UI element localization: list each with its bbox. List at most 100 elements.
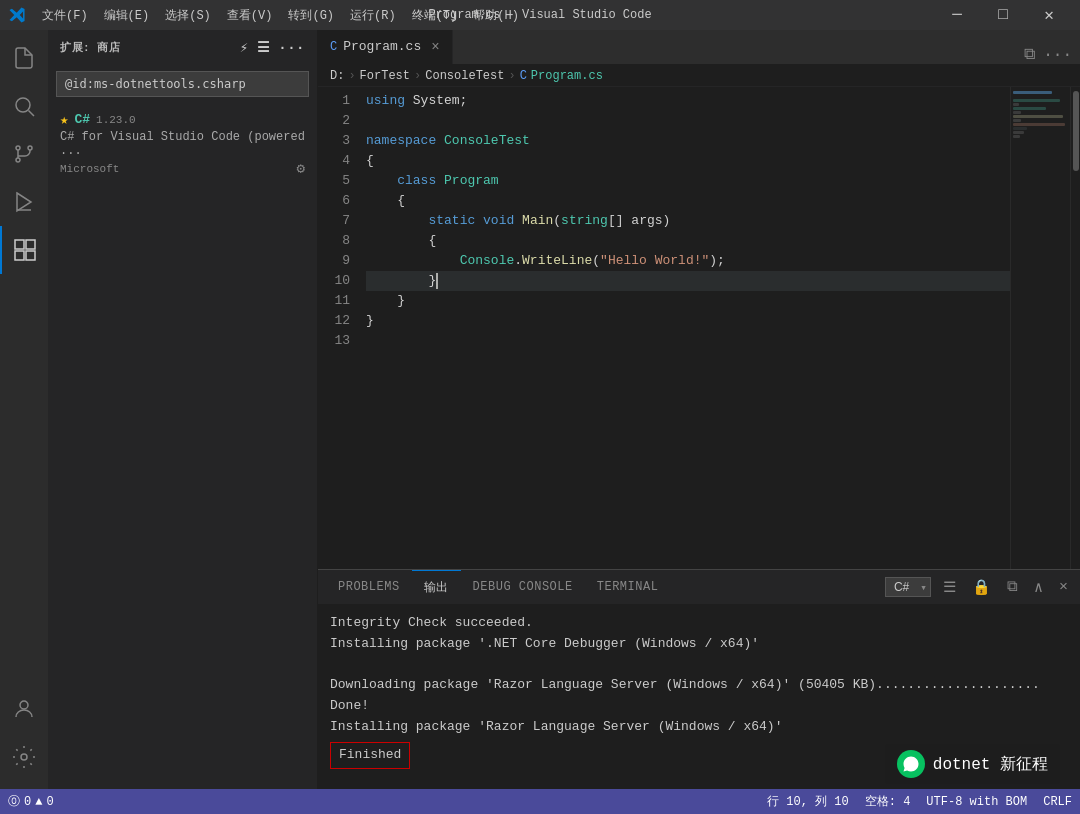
- extension-name: C#: [74, 112, 90, 127]
- svg-rect-7: [15, 240, 24, 249]
- breadcrumb-cs-icon: C: [520, 69, 527, 83]
- search-icon: [12, 94, 36, 118]
- warning-count: 0: [46, 795, 53, 809]
- panel-tab-terminal[interactable]: TERMINAL: [585, 570, 671, 605]
- output-source-select[interactable]: C#: [885, 577, 931, 597]
- code-line-4: {: [366, 151, 1010, 171]
- warning-icon: ▲: [35, 795, 42, 809]
- csharp-file-icon: C: [330, 40, 337, 54]
- more-icon[interactable]: ···: [278, 40, 305, 56]
- extensions-icon: [13, 238, 37, 262]
- row-col-label: 行 10, 列 10: [767, 793, 849, 810]
- filter-icon[interactable]: ⚡: [240, 39, 249, 56]
- svg-point-11: [20, 701, 28, 709]
- panel-tab-debug-console[interactable]: DEBUG CONSOLE: [461, 570, 585, 605]
- panel-close-icon[interactable]: ×: [1055, 577, 1072, 598]
- editor-tab-program-cs[interactable]: C Program.cs ×: [318, 30, 453, 64]
- terminal-line-2: Installing package '.NET Core Debugger (…: [330, 634, 1068, 655]
- status-bar-right: 行 10, 列 10 空格: 4 UTF-8 with BOM CRLF: [767, 793, 1072, 810]
- account-icon: [12, 697, 36, 721]
- code-line-13: [366, 331, 1010, 351]
- activity-bar-bottom: [0, 685, 48, 789]
- error-count: 0: [24, 795, 31, 809]
- spaces-label: 空格: 4: [865, 793, 911, 810]
- extension-search-input[interactable]: [56, 71, 309, 97]
- activity-item-search[interactable]: [0, 82, 48, 130]
- scrollbar-thumb: [1073, 91, 1079, 171]
- menu-select[interactable]: 选择(S): [157, 3, 219, 28]
- svg-rect-9: [15, 251, 24, 260]
- status-bar-left: ⓪ 0 ▲ 0: [8, 793, 54, 810]
- sidebar: 扩展: 商店 ⚡ ☰ ··· ★ C# 1.23.0 C# for Visual…: [48, 30, 318, 789]
- minimize-button[interactable]: ─: [934, 0, 980, 30]
- extension-header: ★ C# 1.23.0: [60, 111, 305, 128]
- minimap: [1010, 87, 1070, 569]
- panel-chevron-up-icon[interactable]: ∧: [1030, 576, 1047, 599]
- list-icon[interactable]: ☰: [257, 39, 271, 56]
- close-button[interactable]: ✕: [1026, 0, 1072, 30]
- panel-copy-icon[interactable]: ⧉: [1003, 576, 1022, 598]
- extension-description: C# for Visual Studio Code (powered ...: [60, 130, 305, 158]
- status-spaces[interactable]: 空格: 4: [865, 793, 911, 810]
- activity-bar: [0, 30, 48, 789]
- code-line-8: {: [366, 231, 1010, 251]
- line-ending-label: CRLF: [1043, 795, 1072, 809]
- extension-item[interactable]: ★ C# 1.23.0 C# for Visual Studio Code (p…: [48, 103, 317, 185]
- code-line-3: namespace ConsoleTest: [366, 131, 1010, 151]
- vscode-logo-icon: [8, 6, 26, 24]
- maximize-button[interactable]: □: [980, 0, 1026, 30]
- breadcrumb-d[interactable]: D:: [330, 69, 344, 83]
- activity-item-extensions[interactable]: [0, 226, 48, 274]
- activity-item-source-control[interactable]: [0, 130, 48, 178]
- activity-item-account[interactable]: [0, 685, 48, 733]
- svg-line-1: [29, 111, 35, 117]
- menu-view[interactable]: 查看(V): [219, 3, 281, 28]
- output-source-select-wrapper: C#: [885, 577, 931, 597]
- run-debug-icon: [12, 190, 36, 214]
- panel: PROBLEMS 输出 DEBUG CONSOLE TERMINAL C# ☰ …: [318, 569, 1080, 789]
- panel-tab-problems[interactable]: PROBLEMS: [326, 570, 412, 605]
- files-icon: [12, 46, 36, 70]
- activity-item-settings[interactable]: [0, 733, 48, 781]
- activity-item-run[interactable]: [0, 178, 48, 226]
- breadcrumb-fortest[interactable]: ForTest: [360, 69, 410, 83]
- panel-clear-icon[interactable]: ☰: [939, 576, 960, 599]
- settings-gear-icon: [12, 745, 36, 769]
- svg-marker-5: [17, 193, 31, 211]
- status-line-ending[interactable]: CRLF: [1043, 795, 1072, 809]
- tab-close-button[interactable]: ×: [431, 39, 439, 55]
- menu-edit[interactable]: 编辑(E): [96, 3, 158, 28]
- extension-publisher-name: Microsoft: [60, 163, 119, 175]
- terminal-line-3: [330, 655, 1068, 676]
- svg-point-2: [16, 158, 20, 162]
- extension-version: 1.23.0: [96, 114, 136, 126]
- terminal-line-1: Integrity Check succeeded.: [330, 613, 1068, 634]
- status-errors-warnings[interactable]: ⓪ 0 ▲ 0: [8, 793, 54, 810]
- panel-lock-icon[interactable]: 🔒: [968, 576, 995, 599]
- extension-settings-icon[interactable]: ⚙: [297, 160, 305, 177]
- tab-more-icon[interactable]: ···: [1043, 46, 1072, 64]
- menu-goto[interactable]: 转到(G): [280, 3, 342, 28]
- status-encoding[interactable]: UTF-8 with BOM: [926, 795, 1027, 809]
- panel-tab-output[interactable]: 输出: [412, 570, 461, 605]
- menu-run[interactable]: 运行(R): [342, 3, 404, 28]
- sidebar-header: 扩展: 商店 ⚡ ☰ ···: [48, 30, 317, 65]
- code-line-5: class Program: [366, 171, 1010, 191]
- breadcrumb-consoletest[interactable]: ConsoleTest: [425, 69, 504, 83]
- editor-scrollbar[interactable]: [1070, 87, 1080, 569]
- status-row-col[interactable]: 行 10, 列 10: [767, 793, 849, 810]
- svg-point-12: [21, 754, 27, 760]
- split-editor-icon[interactable]: ⧉: [1024, 45, 1035, 64]
- breadcrumb-program-cs[interactable]: Program.cs: [531, 69, 603, 83]
- code-line-12: }: [366, 311, 1010, 331]
- svg-rect-10: [26, 251, 35, 260]
- code-line-10: }: [366, 271, 1010, 291]
- svg-point-4: [16, 146, 20, 150]
- terminal-line-6: Installing package 'Razor Language Serve…: [330, 717, 1068, 738]
- activity-item-explorer[interactable]: [0, 34, 48, 82]
- titlebar-controls: ─ □ ✕: [934, 0, 1072, 30]
- menu-file[interactable]: 文件(F): [34, 3, 96, 28]
- code-content[interactable]: using System; namespace ConsoleTest { cl…: [358, 87, 1010, 569]
- source-control-icon: [12, 142, 36, 166]
- code-line-1: using System;: [366, 91, 1010, 111]
